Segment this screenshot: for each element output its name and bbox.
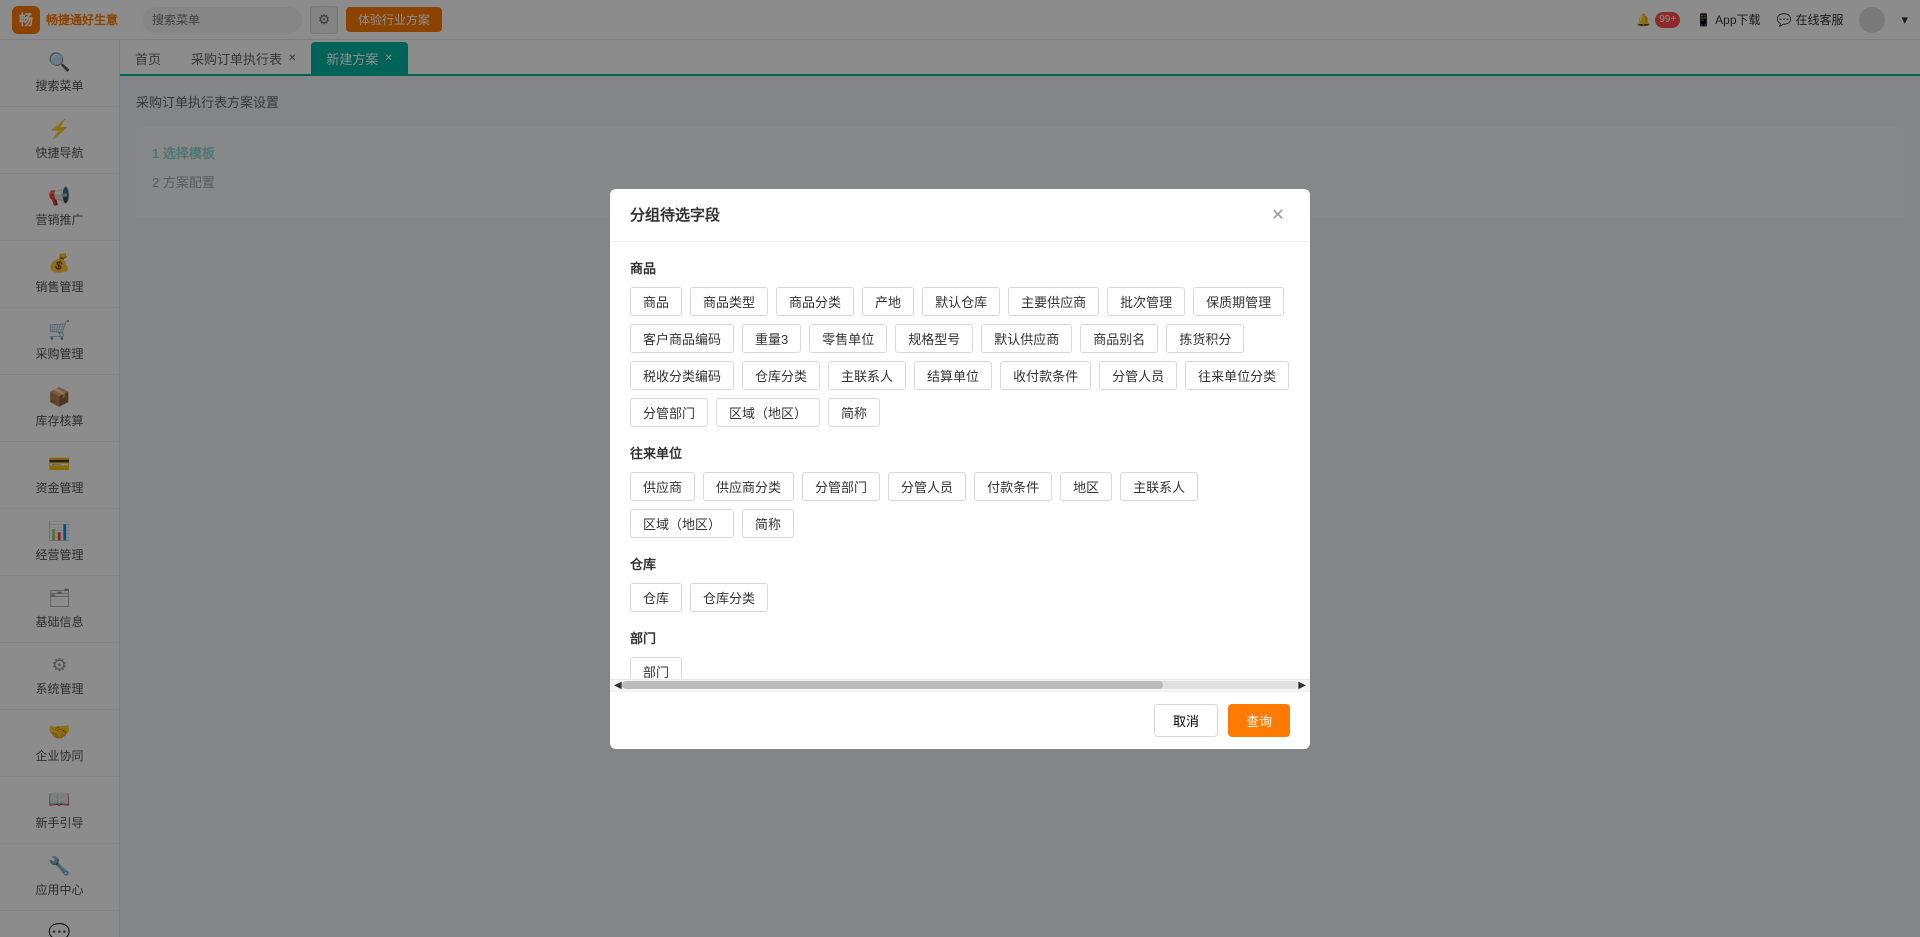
modal-title: 分组待选字段 <box>630 204 720 225</box>
field-chip-1-6[interactable]: 主联系人 <box>1120 472 1198 501</box>
hscroll-left-arrow[interactable]: ◀ <box>614 680 622 691</box>
field-chip-0-20[interactable]: 分管人员 <box>1099 361 1177 390</box>
field-chips-1: 供应商供应商分类分管部门分管人员付款条件地区主联系人区域（地区） 简称 <box>630 472 1290 538</box>
field-chip-0-19[interactable]: 收付款条件 <box>1000 361 1091 390</box>
hscroll-track[interactable] <box>622 681 1299 689</box>
field-chip-0-10[interactable]: 零售单位 <box>809 324 887 353</box>
field-chip-0-15[interactable]: 税收分类编码 <box>630 361 734 390</box>
field-chip-0-7[interactable]: 保质期管理 <box>1193 287 1284 316</box>
field-chip-0-8[interactable]: 客户商品编码 <box>630 324 734 353</box>
field-chip-0-0[interactable]: 商品 <box>630 287 682 316</box>
field-chips-3: 部门 <box>630 657 1290 679</box>
modal-overlay: 分组待选字段 ✕ 商品商品商品类型商品分类产地默认仓库主要供应商批次管理保质期管… <box>0 0 1920 937</box>
modal-header: 分组待选字段 ✕ <box>610 189 1310 242</box>
field-chip-0-2[interactable]: 商品分类 <box>776 287 854 316</box>
field-chip-0-18[interactable]: 结算单位 <box>914 361 992 390</box>
section-title-0: 商品 <box>630 258 1290 277</box>
field-chip-0-23[interactable]: 区域（地区） <box>716 398 820 427</box>
hscroll-thumb <box>622 681 1163 689</box>
field-chip-0-11[interactable]: 规格型号 <box>895 324 973 353</box>
field-chip-1-4[interactable]: 付款条件 <box>974 472 1052 501</box>
field-chip-0-22[interactable]: 分管部门 <box>630 398 708 427</box>
field-chip-0-3[interactable]: 产地 <box>862 287 914 316</box>
field-chip-2-1[interactable]: 仓库分类 <box>690 583 768 612</box>
field-chip-1-5[interactable]: 地区 <box>1060 472 1112 501</box>
field-chip-1-8[interactable]: 简称 <box>742 509 794 538</box>
field-chip-0-21[interactable]: 往来单位分类 <box>1185 361 1289 390</box>
field-chip-0-9[interactable]: 重量3 <box>742 324 801 353</box>
field-chip-1-7[interactable]: 区域（地区） <box>630 509 734 538</box>
section-title-1: 往来单位 <box>630 443 1290 462</box>
field-chip-0-6[interactable]: 批次管理 <box>1107 287 1185 316</box>
field-chips-2: 仓库仓库分类 <box>630 583 1290 612</box>
modal-close-button[interactable]: ✕ <box>1266 203 1290 227</box>
modal-dialog: 分组待选字段 ✕ 商品商品商品类型商品分类产地默认仓库主要供应商批次管理保质期管… <box>610 189 1310 749</box>
field-chip-2-0[interactable]: 仓库 <box>630 583 682 612</box>
field-chip-1-2[interactable]: 分管部门 <box>802 472 880 501</box>
field-chip-0-24[interactable]: 简称 <box>828 398 880 427</box>
field-chip-0-17[interactable]: 主联系人 <box>828 361 906 390</box>
section-title-3: 部门 <box>630 628 1290 647</box>
modal-body: 商品商品商品类型商品分类产地默认仓库主要供应商批次管理保质期管理客户商品编码重量… <box>610 242 1310 679</box>
field-chip-3-0[interactable]: 部门 <box>630 657 682 679</box>
cancel-button[interactable]: 取消 <box>1154 704 1218 737</box>
field-chip-0-4[interactable]: 默认仓库 <box>922 287 1000 316</box>
field-chip-0-16[interactable]: 仓库分类 <box>742 361 820 390</box>
field-chip-0-1[interactable]: 商品类型 <box>690 287 768 316</box>
section-title-2: 仓库 <box>630 554 1290 573</box>
field-chips-0: 商品商品类型商品分类产地默认仓库主要供应商批次管理保质期管理客户商品编码重量3 零… <box>630 287 1290 427</box>
hscroll-right-arrow[interactable]: ▶ <box>1298 680 1306 691</box>
modal-hscroll: ◀ ▶ <box>610 679 1310 691</box>
confirm-button[interactable]: 查询 <box>1228 704 1290 737</box>
field-chip-0-12[interactable]: 默认供应商 <box>981 324 1072 353</box>
field-chip-0-14[interactable]: 拣货积分 <box>1166 324 1244 353</box>
field-chip-1-1[interactable]: 供应商分类 <box>703 472 794 501</box>
field-chip-0-13[interactable]: 商品别名 <box>1080 324 1158 353</box>
field-chip-1-3[interactable]: 分管人员 <box>888 472 966 501</box>
field-chip-1-0[interactable]: 供应商 <box>630 472 695 501</box>
field-chip-0-5[interactable]: 主要供应商 <box>1008 287 1099 316</box>
modal-footer: 取消 查询 <box>610 691 1310 749</box>
